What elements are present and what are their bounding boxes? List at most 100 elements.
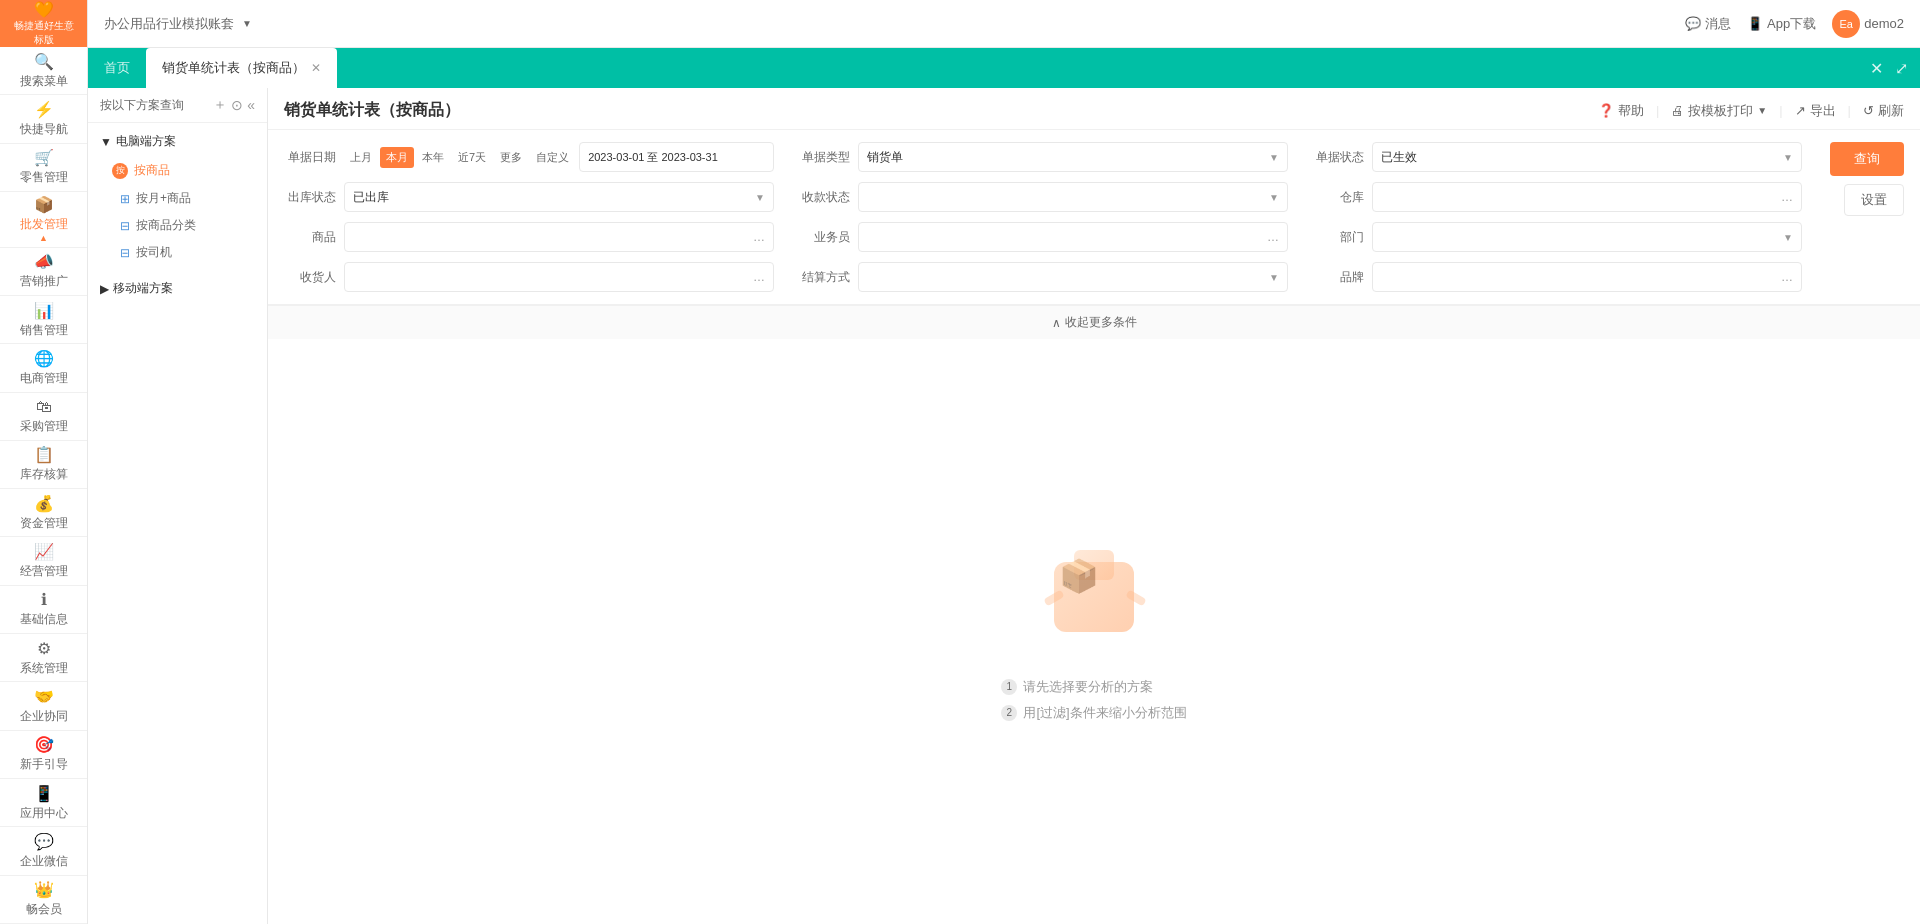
settings-scheme-icon[interactable]: ⊙ [231, 97, 243, 113]
out-status-select[interactable]: 已出库 ▼ [344, 182, 774, 212]
app-download-btn[interactable]: 📱 App下载 [1747, 15, 1816, 33]
sidebar-item-finance[interactable]: 💰 资金管理 [0, 489, 87, 537]
left-panel-header: 按以下方案查询 ＋ ⊙ « [88, 88, 267, 123]
sidebar-item-operations[interactable]: 📈 经营管理 [0, 537, 87, 585]
salesman-input[interactable]: … [858, 222, 1288, 252]
sidebar-item-marketing[interactable]: 📣 营销推广 [0, 248, 87, 296]
refresh-btn[interactable]: ↺ 刷新 [1863, 102, 1904, 120]
sidebar-item-ecom[interactable]: 🌐 电商管理 [0, 344, 87, 392]
tab-home-label: 首页 [104, 59, 130, 77]
dept-select[interactable]: ▼ [1372, 222, 1802, 252]
sidebar-item-enterprise[interactable]: 🤝 企业协同 [0, 682, 87, 730]
collapse-bar[interactable]: ∧ 收起更多条件 [268, 305, 1920, 339]
scheme-group-mobile-header[interactable]: ▶ 移动端方案 [88, 274, 267, 303]
settlement-select[interactable]: ▼ [858, 262, 1288, 292]
sidebar-item-inventory[interactable]: 📋 库存核算 [0, 441, 87, 489]
retail-icon: 🛒 [34, 148, 54, 167]
top-header: 办公用品行业模拟账套 ▼ 💬 消息 📱 App下载 Ea demo2 [88, 0, 1920, 48]
sidebar-item-label: 企业微信 [20, 853, 68, 870]
message-icon: 💬 [1685, 16, 1701, 31]
goods-more-icon: … [753, 230, 765, 244]
collect-status-select[interactable]: ▼ [858, 182, 1288, 212]
app-center-icon: 📱 [34, 784, 54, 803]
date-range-value: 2023-03-01 至 2023-03-31 [588, 150, 718, 165]
current-month-btn[interactable]: 本月 [380, 147, 414, 168]
add-scheme-icon[interactable]: ＋ [213, 96, 227, 114]
out-status-dropdown-icon: ▼ [755, 192, 765, 203]
refresh-icon: ↺ [1863, 103, 1874, 118]
sidebar-item-sales[interactable]: 📊 销售管理 [0, 296, 87, 344]
sidebar-item-label: 企业协同 [20, 708, 68, 725]
scheme-item-by-category[interactable]: ⊟ 按商品分类 [88, 212, 267, 239]
logo-text: 畅捷通好生意 [14, 19, 74, 33]
tab-home[interactable]: 首页 [88, 48, 146, 88]
warehouse-input[interactable]: … [1372, 182, 1802, 212]
tab-action-expand[interactable]: ⤢ [1891, 55, 1912, 82]
print-dropdown-icon: ▼ [1757, 105, 1767, 116]
tab-report-label: 销货单统计表（按商品） [162, 59, 305, 77]
help-label: 帮助 [1618, 102, 1644, 120]
enterprise-icon: 🤝 [34, 687, 54, 706]
export-btn[interactable]: ↗ 导出 [1795, 102, 1836, 120]
settlement-label: 结算方式 [798, 269, 850, 286]
sidebar-item-app-center[interactable]: 📱 应用中心 [0, 779, 87, 827]
filter-row-4: 收货人 … 结算方式 ▼ [284, 262, 1802, 292]
scheme-item-by-goods[interactable]: 按 按商品 [88, 156, 267, 185]
filter-area: 单据日期 上月 本月 本年 近7天 更多 自定义 [268, 130, 1920, 305]
filter-cell-brand: 品牌 … [1312, 262, 1802, 292]
more-btn[interactable]: 更多 [494, 147, 528, 168]
date-range-input[interactable]: 2023-03-01 至 2023-03-31 [579, 142, 774, 172]
doc-type-select[interactable]: 销货单 ▼ [858, 142, 1288, 172]
sidebar-item-purchase[interactable]: 🛍 采购管理 [0, 393, 87, 441]
system-icon: ⚙ [37, 639, 51, 658]
brand-input[interactable]: … [1372, 262, 1802, 292]
query-button[interactable]: 查询 [1830, 142, 1904, 176]
tab-close-icon[interactable]: ✕ [311, 61, 321, 75]
print-btn[interactable]: 🖨 按模板打印 ▼ [1671, 102, 1767, 120]
message-btn[interactable]: 💬 消息 [1685, 15, 1731, 33]
sidebar-item-quick-nav[interactable]: ⚡ 快捷导航 [0, 95, 87, 143]
sidebar-item-wholesale[interactable]: 📦 批发管理 ▲ [0, 192, 87, 248]
consignee-more-icon: … [753, 270, 765, 284]
sidebar-item-label: 经营管理 [20, 563, 68, 580]
scheme-sub-icon-2: ⊟ [120, 219, 130, 233]
settings-button[interactable]: 设置 [1844, 184, 1904, 216]
tab-report[interactable]: 销货单统计表（按商品） ✕ [146, 48, 337, 88]
last-month-btn[interactable]: 上月 [344, 147, 378, 168]
doc-status-select[interactable]: 已生效 ▼ [1372, 142, 1802, 172]
sidebar-item-system[interactable]: ⚙ 系统管理 [0, 634, 87, 682]
filter-cell-consignee: 收货人 … [284, 262, 774, 292]
help-btn[interactable]: ❓ 帮助 [1598, 102, 1644, 120]
marketing-icon: 📣 [34, 252, 54, 271]
sidebar-item-label: 搜索菜单 [20, 73, 68, 90]
sidebar-item-wechat[interactable]: 💬 企业微信 [0, 827, 87, 875]
goods-input[interactable]: … [344, 222, 774, 252]
collapse-panel-icon[interactable]: « [247, 97, 255, 113]
sidebar-item-member[interactable]: 👑 畅会员 [0, 876, 87, 924]
sidebar-item-basic-info[interactable]: ℹ 基础信息 [0, 586, 87, 634]
last-7days-btn[interactable]: 近7天 [452, 147, 492, 168]
consignee-input[interactable]: … [344, 262, 774, 292]
filter-cell-doc-type: 单据类型 销货单 ▼ [798, 142, 1288, 172]
scheme-item-by-month-goods[interactable]: ⊞ 按月+商品 [88, 185, 267, 212]
sidebar-item-guide[interactable]: 🎯 新手引导 [0, 731, 87, 779]
collect-status-dropdown-icon: ▼ [1269, 192, 1279, 203]
brand-more-icon: … [1781, 270, 1793, 284]
scheme-group-desktop-header[interactable]: ▼ 电脑端方案 [88, 127, 267, 156]
workspace-selector[interactable]: 办公用品行业模拟账套 ▼ [104, 15, 252, 33]
tab-action-close[interactable]: ✕ [1866, 55, 1887, 82]
sidebar-item-label: 电商管理 [20, 370, 68, 387]
right-panel: 销货单统计表（按商品） ❓ 帮助 | 🖨 按模板打印 ▼ | ↗ [268, 88, 1920, 924]
current-year-btn[interactable]: 本年 [416, 147, 450, 168]
sidebar-item-label: 采购管理 [20, 418, 68, 435]
scheme-group-desktop: ▼ 电脑端方案 按 按商品 ⊞ 按月+商品 ⊟ 按商品分类 ⊟ 按司机 [88, 123, 267, 270]
dept-label: 部门 [1312, 229, 1364, 246]
user-profile-btn[interactable]: Ea demo2 [1832, 10, 1904, 38]
custom-btn[interactable]: 自定义 [530, 147, 575, 168]
sidebar-item-label: 畅会员 [26, 901, 62, 918]
scheme-item-by-driver[interactable]: ⊟ 按司机 [88, 239, 267, 266]
doc-type-label: 单据类型 [798, 149, 850, 166]
sidebar-item-search[interactable]: 🔍 搜索菜单 [0, 47, 87, 95]
sidebar-item-retail[interactable]: 🛒 零售管理 [0, 144, 87, 192]
filter-row-3: 商品 … 业务员 … [284, 222, 1802, 252]
